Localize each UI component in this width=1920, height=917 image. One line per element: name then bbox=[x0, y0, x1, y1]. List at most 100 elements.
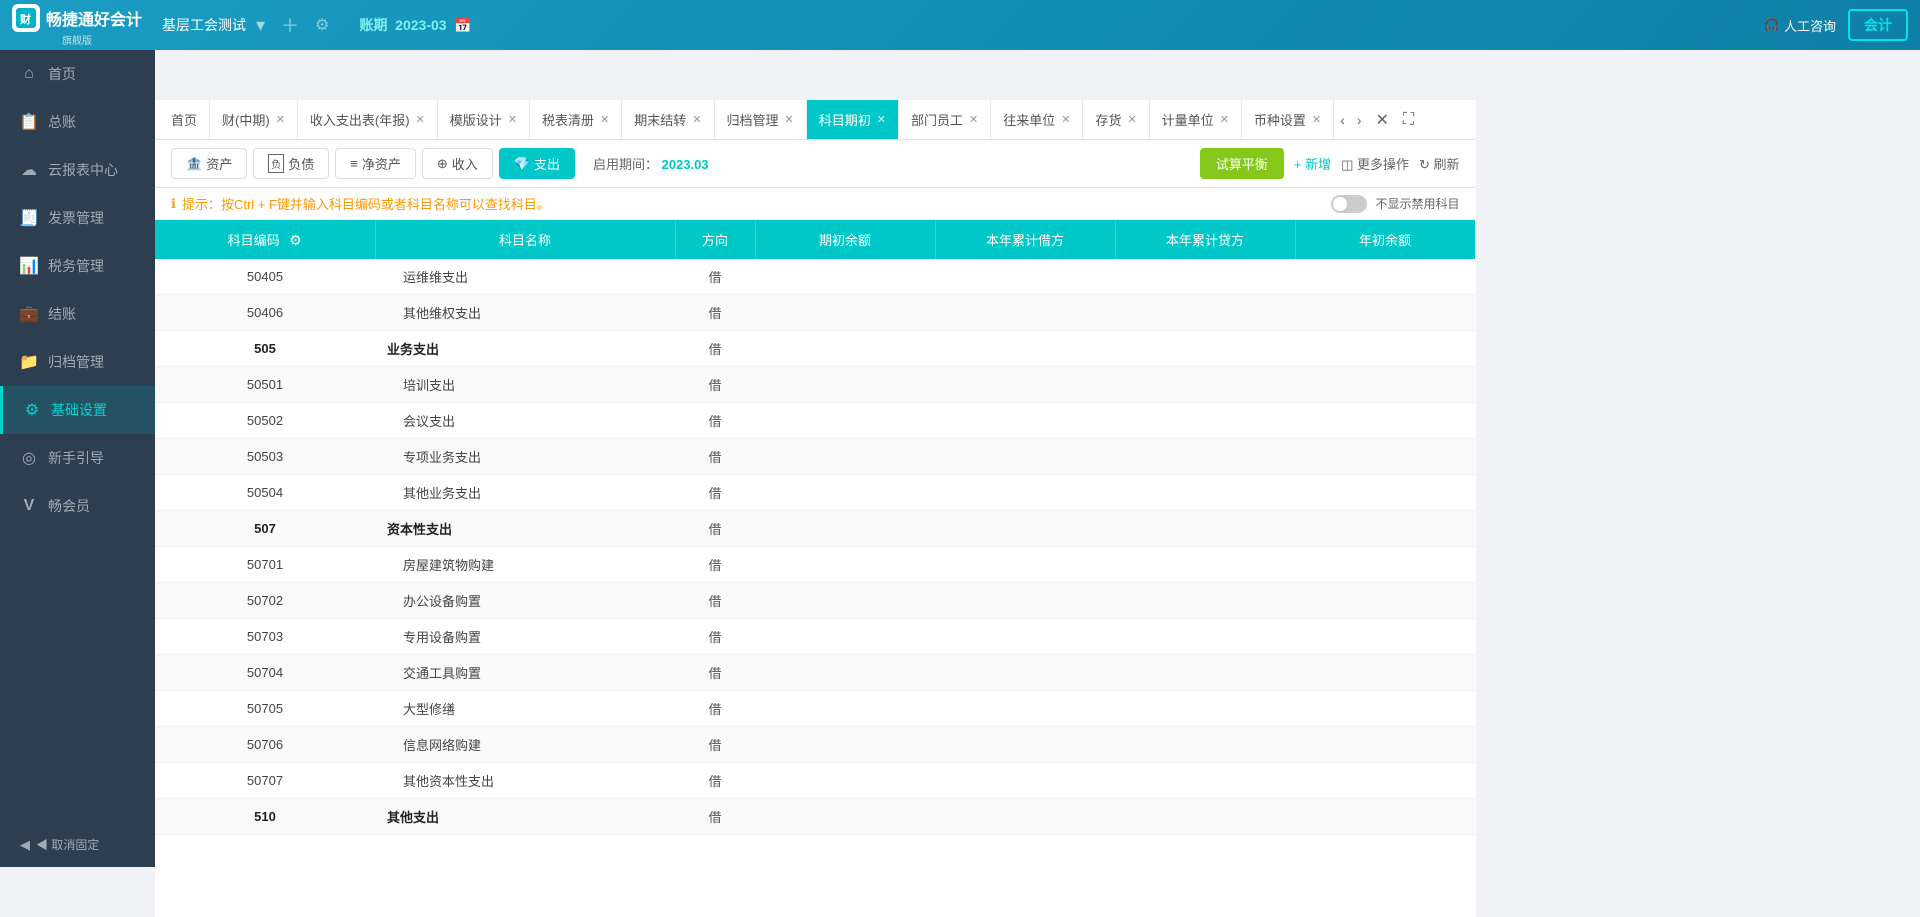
cell-code: 50702 bbox=[155, 583, 375, 619]
tab-filing[interactable]: 归档管理 ✕ bbox=[715, 100, 807, 140]
service-button[interactable]: 🎧 人工咨询 bbox=[1764, 16, 1836, 35]
table-row[interactable]: 50703 专用设备购置 借 bbox=[155, 619, 1475, 655]
column-settings-icon[interactable]: ⚙ bbox=[289, 232, 302, 249]
tab-maximize-btn[interactable]: ⛶ bbox=[1397, 111, 1420, 129]
tab-subject[interactable]: 科目期初 ✕ bbox=[807, 100, 899, 140]
sidebar-item-settings[interactable]: ⚙ 基础设置 bbox=[0, 386, 155, 434]
tab-prev-btn[interactable]: ‹ bbox=[1334, 112, 1351, 128]
tab-income-close[interactable]: ✕ bbox=[416, 113, 425, 126]
table-row[interactable]: 50504 其他业务支出 借 bbox=[155, 475, 1475, 511]
tab-next-btn[interactable]: › bbox=[1351, 112, 1368, 128]
add-tab-btn[interactable]: ＋ bbox=[281, 12, 299, 38]
cat-tab-equity[interactable]: ≡ 净资产 bbox=[335, 148, 416, 179]
tab-inventory[interactable]: 存货 ✕ bbox=[1083, 100, 1149, 140]
tab-client[interactable]: 往来单位 ✕ bbox=[991, 100, 1083, 140]
sidebar-collapse-btn[interactable]: ◀ ◀ 取消固定 bbox=[0, 822, 155, 867]
sidebar-item-checkout[interactable]: 💼 结账 bbox=[0, 290, 155, 338]
sidebar-item-tax[interactable]: 📊 税务管理 bbox=[0, 242, 155, 290]
th-bal: 期初余额 bbox=[755, 220, 935, 259]
table-row[interactable]: 50701 房屋建筑物购建 借 bbox=[155, 547, 1475, 583]
dropdown-icon[interactable]: ▾ bbox=[256, 15, 265, 36]
tab-period[interactable]: 财(中期) ✕ bbox=[210, 100, 298, 140]
sidebar-item-guide[interactable]: ◎ 新手引导 bbox=[0, 434, 155, 482]
tab-closing[interactable]: 期末结转 ✕ bbox=[622, 100, 714, 140]
tab-tax-close[interactable]: ✕ bbox=[600, 113, 609, 126]
tab-currency[interactable]: 币种设置 ✕ bbox=[1242, 100, 1334, 140]
sidebar-item-member[interactable]: V 畅会员 bbox=[0, 482, 155, 530]
tab-dept-close[interactable]: ✕ bbox=[969, 113, 978, 126]
tab-closing-label: 期末结转 bbox=[634, 110, 686, 129]
cell-credit bbox=[1115, 295, 1295, 331]
sidebar-item-invoice[interactable]: 🧾 发票管理 bbox=[0, 194, 155, 242]
tab-subject-close[interactable]: ✕ bbox=[877, 113, 886, 126]
sidebar-item-cloud[interactable]: ☁ 云报表中心 bbox=[0, 146, 155, 194]
tab-income-label: 收入支出表(年报) bbox=[310, 110, 410, 129]
cat-tab-asset[interactable]: 🏦 资产 bbox=[171, 148, 247, 179]
tab-dept[interactable]: 部门员工 ✕ bbox=[899, 100, 991, 140]
tab-home[interactable]: 首页 bbox=[159, 100, 210, 140]
table-row[interactable]: 50503 专项业务支出 借 bbox=[155, 439, 1475, 475]
cat-tab-liability[interactable]: 负 负债 bbox=[253, 148, 329, 179]
table-row[interactable]: 505 业务支出 借 bbox=[155, 331, 1475, 367]
tab-unit-close[interactable]: ✕ bbox=[1220, 113, 1229, 126]
cell-name: 其他维权支出 bbox=[375, 295, 675, 331]
table-row[interactable]: 50706 信息网络购建 借 bbox=[155, 727, 1475, 763]
cell-name: 专用设备购置 bbox=[375, 619, 675, 655]
cell-credit bbox=[1115, 475, 1295, 511]
tab-period-close[interactable]: ✕ bbox=[276, 113, 285, 126]
tab-bar: 首页 财(中期) ✕ 收入支出表(年报) ✕ 模版设计 ✕ 税表清册 ✕ 期末结… bbox=[155, 100, 1476, 140]
sidebar-item-archive[interactable]: 📁 归档管理 bbox=[0, 338, 155, 386]
cat-tab-income[interactable]: ⊕ 收入 bbox=[422, 148, 493, 179]
period-label: 账期 bbox=[359, 17, 387, 33]
refresh-button[interactable]: ↻ 刷新 bbox=[1419, 154, 1460, 173]
cat-tab-expense[interactable]: 💎 支出 bbox=[499, 148, 575, 179]
cell-dir: 借 bbox=[675, 331, 755, 367]
table-row[interactable]: 50705 大型修缮 借 bbox=[155, 691, 1475, 727]
table-container[interactable]: 科目编码 ⚙ 科目名称 方向 期初余额 本年累计借方 bbox=[155, 220, 1476, 917]
cell-code: 50501 bbox=[155, 367, 375, 403]
tab-unit[interactable]: 计量单位 ✕ bbox=[1150, 100, 1242, 140]
cell-year bbox=[1295, 619, 1475, 655]
add-button[interactable]: + 新增 bbox=[1294, 154, 1331, 173]
table-row[interactable]: 50406 其他维权支出 借 bbox=[155, 295, 1475, 331]
toggle-switch[interactable] bbox=[1331, 195, 1367, 213]
tab-income[interactable]: 收入支出表(年报) ✕ bbox=[298, 100, 438, 140]
cell-credit bbox=[1115, 583, 1295, 619]
table-row[interactable]: 507 资本性支出 借 bbox=[155, 511, 1475, 547]
table-row[interactable]: 50405 运维维支出 借 bbox=[155, 259, 1475, 295]
table-row[interactable]: 50502 会议支出 借 bbox=[155, 403, 1475, 439]
equity-icon: ≡ bbox=[350, 156, 358, 171]
cat-tab-asset-label: 资产 bbox=[206, 154, 232, 173]
calendar-icon[interactable]: 📅 bbox=[454, 17, 471, 33]
tab-template-close[interactable]: ✕ bbox=[508, 113, 517, 126]
cell-code: 50504 bbox=[155, 475, 375, 511]
table-row[interactable]: 510 其他支出 借 bbox=[155, 799, 1475, 835]
table-row[interactable]: 50707 其他资本性支出 借 bbox=[155, 763, 1475, 799]
tab-tax[interactable]: 税表清册 ✕ bbox=[530, 100, 622, 140]
tab-window-close-btn[interactable]: ✕ bbox=[1367, 110, 1396, 130]
balance-button[interactable]: 试算平衡 bbox=[1200, 148, 1284, 179]
warning-icon: ℹ bbox=[171, 196, 176, 212]
cell-credit bbox=[1115, 367, 1295, 403]
cell-name: 办公设备购置 bbox=[375, 583, 675, 619]
cell-debit bbox=[935, 799, 1115, 835]
cell-year bbox=[1295, 295, 1475, 331]
settings-icon[interactable]: ⚙ bbox=[315, 15, 329, 35]
company-name[interactable]: 基层工会测试 bbox=[162, 15, 246, 35]
sidebar-label-guide: 新手引导 bbox=[48, 448, 104, 468]
table-row[interactable]: 50702 办公设备购置 借 bbox=[155, 583, 1475, 619]
tab-currency-close[interactable]: ✕ bbox=[1312, 113, 1321, 126]
sidebar-item-ledger[interactable]: 📋 总账 bbox=[0, 98, 155, 146]
table-row[interactable]: 50704 交通工具购置 借 bbox=[155, 655, 1475, 691]
tab-filing-close[interactable]: ✕ bbox=[785, 113, 794, 126]
tab-inventory-close[interactable]: ✕ bbox=[1127, 113, 1136, 126]
tab-template[interactable]: 模版设计 ✕ bbox=[438, 100, 530, 140]
account-button[interactable]: 会计 bbox=[1848, 9, 1908, 41]
tab-client-close[interactable]: ✕ bbox=[1061, 113, 1070, 126]
sidebar-item-home[interactable]: ⌂ 首页 bbox=[0, 50, 155, 98]
cell-bal bbox=[755, 403, 935, 439]
table-row[interactable]: 50501 培训支出 借 bbox=[155, 367, 1475, 403]
cell-credit bbox=[1115, 799, 1295, 835]
more-button[interactable]: ◫ 更多操作 bbox=[1341, 154, 1409, 173]
tab-closing-close[interactable]: ✕ bbox=[692, 113, 701, 126]
